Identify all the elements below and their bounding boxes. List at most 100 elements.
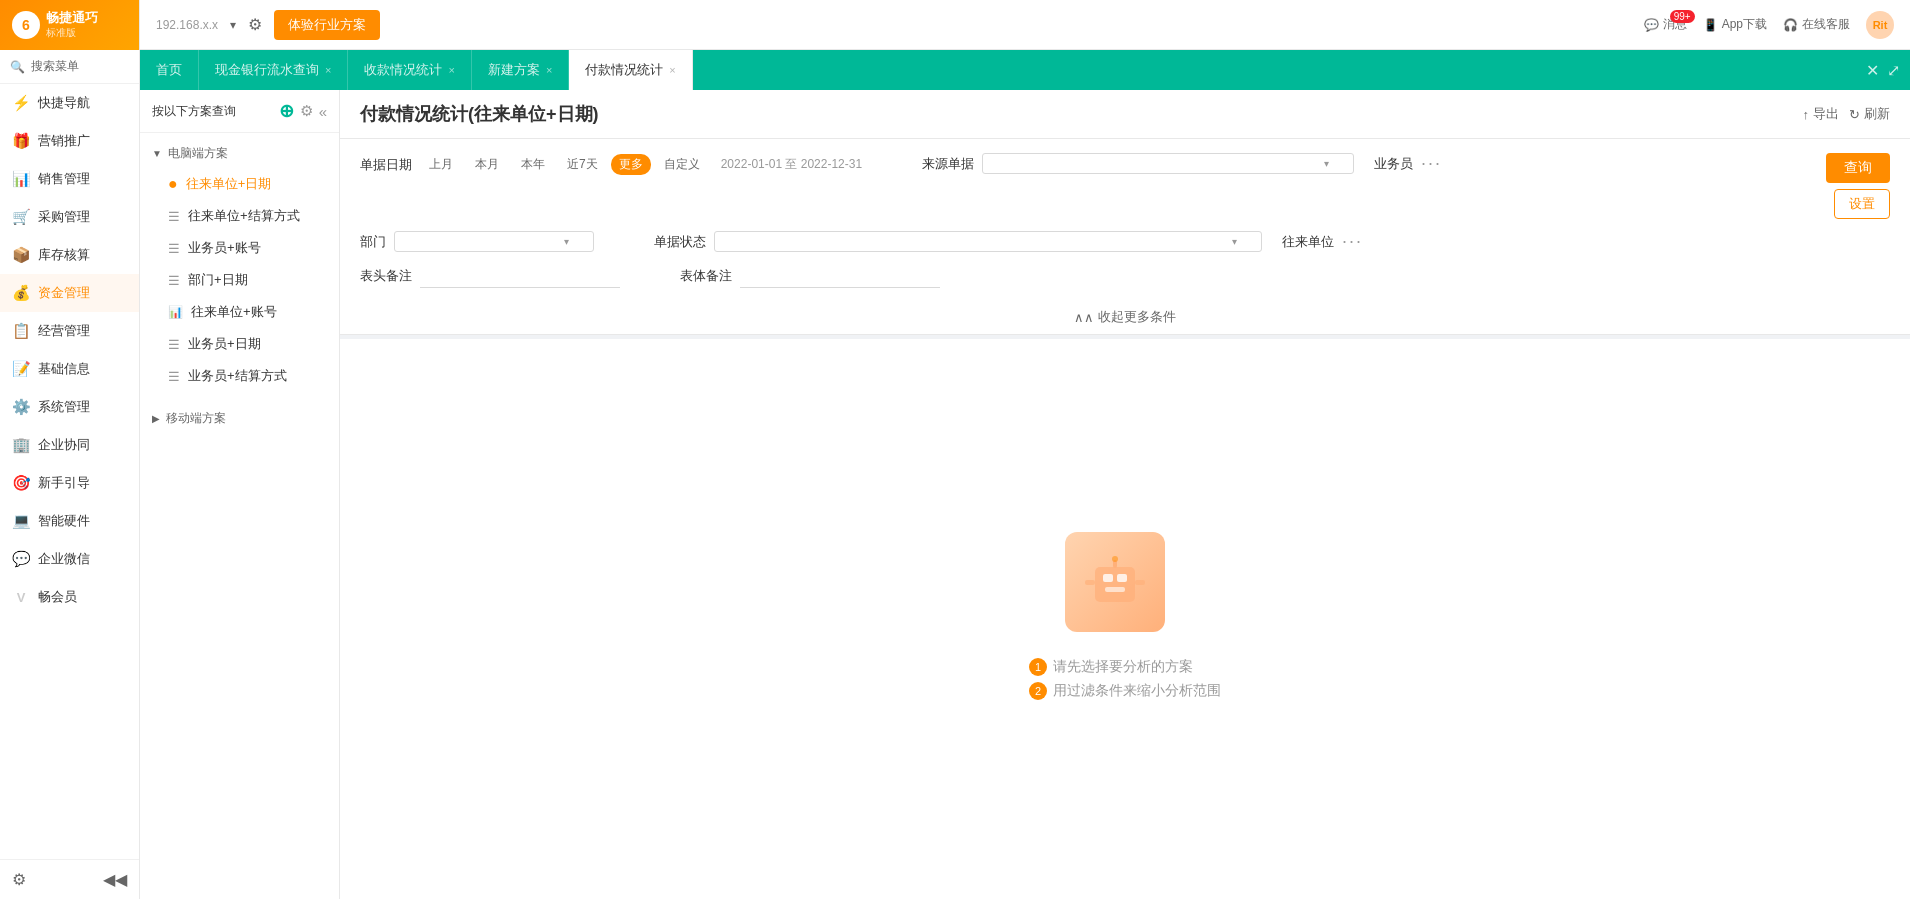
tab-receipt-stats-close-icon[interactable]: × (448, 64, 454, 76)
filter-date: 单据日期 上月 本月 本年 近7天 更多 自定义 2022-01-01 至 20… (360, 153, 862, 176)
topbar-gear-icon[interactable]: ⚙ (248, 15, 262, 34)
tab-payment-stats[interactable]: 付款情况统计 × (569, 50, 692, 90)
staff-dots-icon[interactable]: ··· (1421, 153, 1442, 174)
query-btn[interactable]: 查询 (1826, 153, 1890, 183)
customer-service-btn[interactable]: 🎧 在线客服 (1783, 16, 1850, 33)
collapse-bar[interactable]: ∧∧ 收起更多条件 (360, 300, 1890, 334)
date-btn-this-month[interactable]: 本月 (466, 153, 508, 176)
settings-btn[interactable]: 设置 (1834, 189, 1890, 219)
tab-receipt-stats-label: 收款情况统计 (364, 61, 442, 79)
company-icon: 🏢 (12, 436, 30, 454)
trial-btn[interactable]: 体验行业方案 (274, 10, 380, 40)
sidebar-item-sales[interactable]: 📊 销售管理 (0, 160, 139, 198)
customer-service-icon: 🎧 (1783, 18, 1798, 32)
date-btn-last-month[interactable]: 上月 (420, 153, 462, 176)
sidebar-item-operations[interactable]: 📋 经营管理 (0, 312, 139, 350)
hardware-icon: 💻 (12, 512, 30, 530)
filter-row-2: 部门 ▾ 单据状态 ▾ 往来单位 (360, 231, 1890, 252)
source-voucher-select[interactable]: ▾ (982, 153, 1354, 174)
empty-hint-2: 2 用过滤条件来缩小分析范围 (1029, 682, 1221, 700)
collapse-sidebar-icon[interactable]: ◀◀ (103, 870, 127, 889)
tab-payment-stats-close-icon[interactable]: × (669, 64, 675, 76)
tab-new-scheme[interactable]: 新建方案 × (472, 50, 569, 90)
scheme-add-icon[interactable]: ⊕ (279, 100, 294, 122)
date-btn-custom[interactable]: 自定义 (655, 153, 709, 176)
search-menu[interactable]: 🔍 搜索菜单 (0, 50, 139, 84)
scheme-group-mobile: ▶ 移动端方案 (140, 398, 339, 439)
scheme-item-staff-date[interactable]: ☰ 业务员+日期 (140, 328, 339, 360)
sidebar-item-member[interactable]: V 畅会员 (0, 578, 139, 616)
search-menu-label: 搜索菜单 (31, 58, 79, 75)
scheme-group-mobile-header[interactable]: ▶ 移动端方案 (140, 404, 339, 433)
tab-receipt-stats[interactable]: 收款情况统计 × (348, 50, 471, 90)
scheme-item-staff-settle[interactable]: ☰ 业务员+结算方式 (140, 360, 339, 392)
sidebar-item-newbie[interactable]: 🎯 新手引导 (0, 464, 139, 502)
scheme-panel-label: 按以下方案查询 (152, 103, 236, 120)
wechat-icon: 💬 (12, 550, 30, 568)
table-header-note-input[interactable] (420, 264, 620, 288)
scheme-group-pc-header[interactable]: ▼ 电脑端方案 (140, 139, 339, 168)
empty-illustration (1065, 532, 1185, 632)
app-download-btn[interactable]: 📱 App下载 (1703, 16, 1767, 33)
staff-label: 业务员 (1374, 155, 1413, 173)
voucher-date-label: 单据日期 (360, 156, 412, 174)
sidebar-item-wechat[interactable]: 💬 企业微信 (0, 540, 139, 578)
address-dropdown[interactable]: ▾ (230, 18, 236, 32)
maximize-icon[interactable]: ⤢ (1887, 61, 1900, 80)
settings-footer-icon[interactable]: ⚙ (12, 870, 26, 889)
empty-hint-1: 1 请先选择要分析的方案 (1029, 658, 1221, 676)
export-btn[interactable]: ↑ 导出 (1803, 105, 1840, 123)
sidebar-item-quick-nav[interactable]: ⚡ 快捷导航 (0, 84, 139, 122)
voucher-status-select[interactable]: ▾ (714, 231, 1262, 252)
scheme-item-staff-account[interactable]: ☰ 业务员+账号 (140, 232, 339, 264)
scheme-item-unit-date-label: 往来单位+日期 (186, 175, 272, 193)
table-body-note-input[interactable] (740, 264, 940, 288)
sidebar-item-company-label: 企业协同 (38, 436, 90, 454)
sidebar-item-wechat-label: 企业微信 (38, 550, 90, 568)
messages-btn[interactable]: 💬 消息 99+ (1644, 16, 1687, 33)
refresh-btn[interactable]: ↻ 刷新 (1849, 105, 1890, 123)
avatar: Rit (1866, 11, 1894, 39)
svg-rect-7 (1135, 580, 1145, 585)
close-all-tabs-icon[interactable]: ✕ (1866, 61, 1879, 80)
filter-row-3: 表头备注 表体备注 (360, 264, 1890, 288)
scheme-settings-icon[interactable]: ⚙ (300, 102, 313, 120)
tabbar: 首页 现金银行流水查询 × 收款情况统计 × 新建方案 × 付款情况统计 × ✕… (140, 50, 1910, 90)
basics-icon: 📝 (12, 360, 30, 378)
date-btn-this-year[interactable]: 本年 (512, 153, 554, 176)
sidebar-item-system-label: 系统管理 (38, 398, 90, 416)
scheme-item-dept-date-icon: ☰ (168, 273, 180, 288)
sidebar-item-marketing[interactable]: 🎁 营销推广 (0, 122, 139, 160)
sales-icon: 📊 (12, 170, 30, 188)
sidebar-item-company[interactable]: 🏢 企业协同 (0, 426, 139, 464)
hint-text-2: 用过滤条件来缩小分析范围 (1053, 682, 1221, 700)
scheme-item-dept-date[interactable]: ☰ 部门+日期 (140, 264, 339, 296)
scheme-item-unit-date[interactable]: ● 往来单位+日期 (140, 168, 339, 200)
scheme-collapse-icon[interactable]: « (319, 103, 327, 120)
sidebar-item-hardware[interactable]: 💻 智能硬件 (0, 502, 139, 540)
filter-staff: 业务员 ··· (1374, 153, 1806, 174)
scheme-group-mobile-label: 移动端方案 (166, 410, 226, 427)
user-menu[interactable]: Rit (1866, 11, 1894, 39)
sidebar-nav: ⚡ 快捷导航 🎁 营销推广 📊 销售管理 🛒 采购管理 📦 库存核算 💰 资金管… (0, 84, 139, 859)
date-btn-more[interactable]: 更多 (611, 154, 651, 175)
source-voucher-label: 来源单据 (922, 155, 974, 173)
date-btn-last-7[interactable]: 近7天 (558, 153, 607, 176)
tab-payment-stats-label: 付款情况统计 (585, 61, 663, 79)
filter-dept: 部门 ▾ (360, 231, 594, 252)
scheme-item-unit-account[interactable]: 📊 往来单位+账号 (140, 296, 339, 328)
sidebar-item-fund[interactable]: 💰 资金管理 (0, 274, 139, 312)
scheme-item-unit-settle[interactable]: ☰ 往来单位+结算方式 (140, 200, 339, 232)
tab-bank-flow-close-icon[interactable]: × (325, 64, 331, 76)
tab-bank-flow[interactable]: 现金银行流水查询 × (199, 50, 348, 90)
sidebar-item-inventory-label: 库存核算 (38, 246, 90, 264)
tab-home[interactable]: 首页 (140, 50, 199, 90)
sidebar-item-purchase[interactable]: 🛒 采购管理 (0, 198, 139, 236)
dept-select[interactable]: ▾ (394, 231, 594, 252)
sidebar-item-basics[interactable]: 📝 基础信息 (0, 350, 139, 388)
tab-new-scheme-close-icon[interactable]: × (546, 64, 552, 76)
related-unit-dots-icon[interactable]: ··· (1342, 231, 1363, 252)
sidebar-item-inventory[interactable]: 📦 库存核算 (0, 236, 139, 274)
related-unit-label: 往来单位 (1282, 233, 1334, 251)
sidebar-item-system[interactable]: ⚙️ 系统管理 (0, 388, 139, 426)
